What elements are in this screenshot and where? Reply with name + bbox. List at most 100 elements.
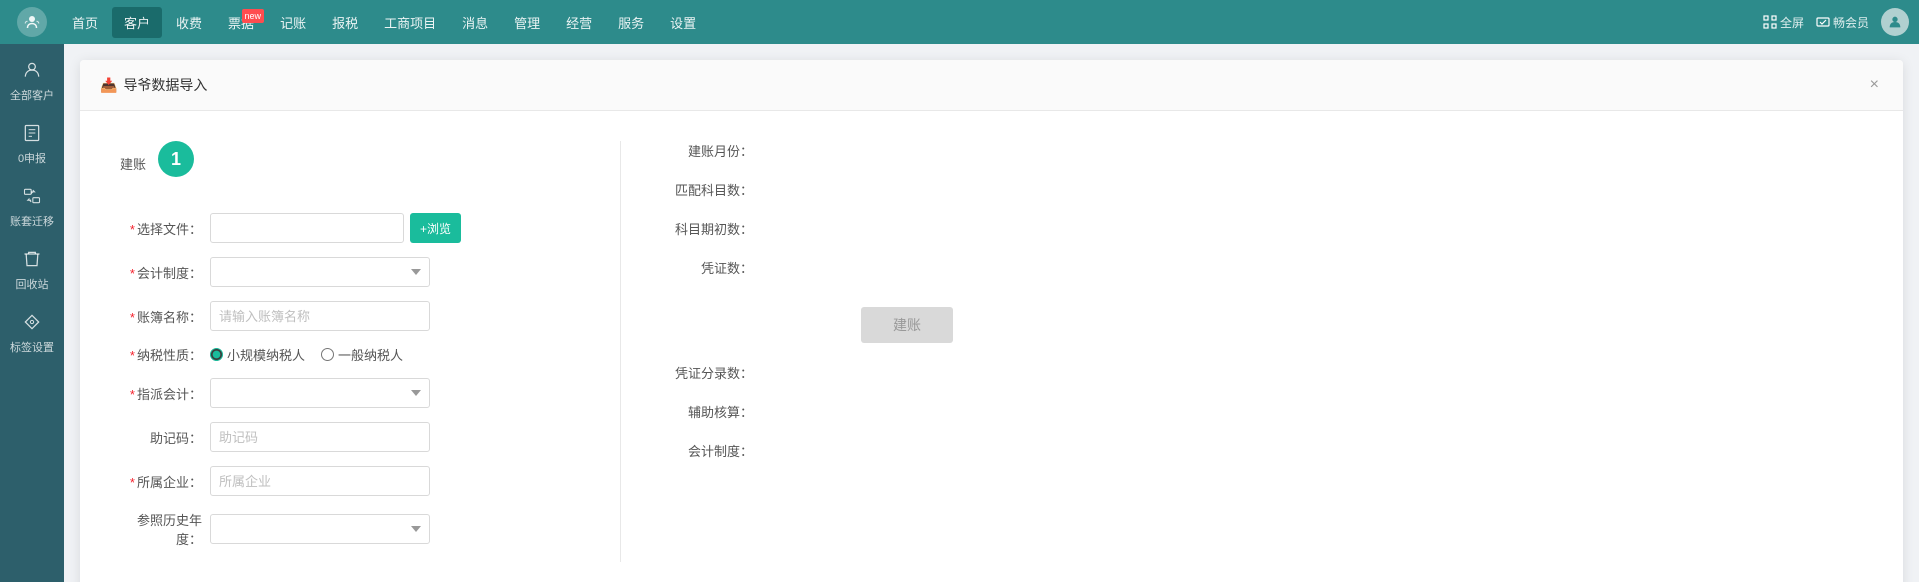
recycle-label: 回收站 [16, 276, 49, 292]
avatar[interactable] [1881, 8, 1909, 36]
nav-item-billing[interactable]: 收费 [164, 7, 214, 38]
ledger-name-label: *账簿名称： [120, 307, 210, 326]
nav-item-operation[interactable]: 经营 [554, 7, 604, 38]
dialog-header: 📥 导爷数据导入 × [80, 60, 1903, 111]
account-migration-label: 账套迁移 [10, 213, 54, 229]
accounting-system-label: *会计制度： [120, 263, 210, 282]
form-row-affiliated-company: *所属企业： [120, 466, 580, 496]
info-row-accounting-system: 会计制度： [661, 441, 1061, 460]
nav-item-tax[interactable]: 报税 [320, 7, 370, 38]
info-row-match-subjects: 匹配科目数： [661, 180, 1061, 199]
recycle-icon [22, 249, 42, 272]
main-layout: 全部客户 0申报 账套迁移 [0, 44, 1919, 582]
top-navigation: 首页 客户 收费 票据 new 记账 报税 工商项目 消息 管理 经营 服务 设… [0, 0, 1919, 44]
app-logo[interactable] [10, 0, 54, 44]
voucher-entries-label: 凭证分录数： [661, 363, 761, 382]
dialog-body: 建账 1 *选择文件： +浏览 [80, 111, 1903, 582]
sidebar-item-declaration[interactable]: 0申报 [2, 115, 62, 174]
info-row-voucher-count: 凭证数： [661, 258, 1061, 277]
sidebar-item-recycle[interactable]: 回收站 [2, 241, 62, 300]
user-icon [1887, 14, 1903, 30]
dialog-title: 📥 导爷数据导入 [100, 75, 207, 95]
ledger-name-input[interactable] [210, 301, 430, 331]
new-badge: new [242, 9, 265, 23]
info-row-voucher-entries: 凭证分录数： [661, 363, 1061, 382]
form-row-refer-history: 参照历史年度： [120, 510, 580, 548]
nav-item-home[interactable]: 首页 [60, 7, 110, 38]
declaration-label: 0申报 [18, 150, 46, 166]
sidebar-item-all-customers[interactable]: 全部客户 [2, 52, 62, 111]
sidebar-item-account-migration[interactable]: 账套迁移 [2, 178, 62, 237]
dialog-close-button[interactable]: × [1866, 72, 1883, 98]
subject-initial-label: 科目期初数： [661, 219, 761, 238]
memo-code-label: 助记码： [120, 428, 210, 447]
nav-item-accounts[interactable]: 记账 [268, 7, 318, 38]
form-row-memo-code: 助记码： [120, 422, 580, 452]
fullscreen-button[interactable]: 全屏 [1763, 14, 1804, 31]
file-text-input[interactable] [210, 213, 404, 243]
memo-code-input[interactable] [210, 422, 430, 452]
dialog-title-icon: 📥 [100, 77, 117, 94]
create-account-button[interactable]: 建账 [861, 307, 953, 343]
general-taxpayer-label: 一般纳税人 [338, 345, 403, 364]
form-row-tax-type: *纳税性质： 小规模纳税人 一般纳税人 [120, 345, 580, 364]
build-month-label: 建账月份： [661, 141, 761, 160]
auxiliary-accounting-label: 辅助核算： [661, 402, 761, 421]
account-migration-icon [22, 186, 42, 209]
nav-item-settings[interactable]: 设置 [658, 7, 708, 38]
logo-icon [17, 7, 47, 37]
info-row-subject-initial: 科目期初数： [661, 219, 1061, 238]
radio-general-taxpayer[interactable]: 一般纳税人 [321, 345, 403, 364]
nav-item-customers[interactable]: 客户 [112, 7, 162, 38]
fullscreen-label: 全屏 [1780, 14, 1804, 31]
nav-item-manage[interactable]: 管理 [502, 7, 552, 38]
step-label: 建账 [120, 154, 146, 173]
dialog-card: 📥 导爷数据导入 × 建账 1 [80, 60, 1903, 582]
all-customers-label: 全部客户 [10, 87, 54, 103]
form-row-accounting-system: *会计制度： [120, 257, 580, 287]
vip-icon [1816, 15, 1830, 29]
nav-item-service[interactable]: 服务 [606, 7, 656, 38]
nav-item-messages[interactable]: 消息 [450, 7, 500, 38]
assigned-accountant-select[interactable] [210, 378, 430, 408]
small-taxpayer-label: 小规模纳税人 [227, 345, 305, 364]
sidebar: 全部客户 0申报 账套迁移 [0, 44, 64, 582]
affiliated-company-label: *所属企业： [120, 472, 210, 491]
info-row-build-month: 建账月份： [661, 141, 1061, 160]
radio-small-taxpayer[interactable]: 小规模纳税人 [210, 345, 305, 364]
all-customers-icon [22, 60, 42, 83]
form-row-ledger-name: *账簿名称： [120, 301, 580, 331]
file-input-group: +浏览 [210, 213, 430, 243]
voucher-count-label: 凭证数： [661, 258, 761, 277]
form-row-select-file: *选择文件： +浏览 [120, 213, 580, 243]
info-accounting-system-label: 会计制度： [661, 441, 761, 460]
browse-button[interactable]: +浏览 [410, 213, 461, 243]
content-area: 📥 导爷数据导入 × 建账 1 [64, 44, 1919, 582]
vip-button[interactable]: 畅会员 [1816, 14, 1869, 31]
select-file-label: *选择文件： [120, 219, 210, 238]
form-rows: *选择文件： +浏览 *会计制度： [120, 213, 580, 548]
tax-type-label: *纳税性质： [120, 345, 210, 364]
panel-divider [620, 141, 621, 562]
step-section: 建账 1 [120, 141, 580, 193]
refer-history-label: 参照历史年度： [120, 510, 210, 548]
form-panel: 建账 1 *选择文件： +浏览 [120, 141, 580, 562]
dialog-title-text: 导爷数据导入 [123, 75, 207, 95]
affiliated-company-input[interactable] [210, 466, 430, 496]
form-row-assigned-accountant: *指派会计： [120, 378, 580, 408]
tag-settings-label: 标签设置 [10, 339, 54, 355]
tax-type-radio-group: 小规模纳税人 一般纳税人 [210, 345, 403, 364]
assigned-accountant-label: *指派会计： [120, 384, 210, 403]
sidebar-item-tag-settings[interactable]: 标签设置 [2, 304, 62, 363]
info-row-auxiliary-accounting: 辅助核算： [661, 402, 1061, 421]
match-subjects-label: 匹配科目数： [661, 180, 761, 199]
accounting-system-select[interactable] [210, 257, 430, 287]
nav-items: 首页 客户 收费 票据 new 记账 报税 工商项目 消息 管理 经营 服务 设… [60, 7, 1763, 38]
nav-item-tickets[interactable]: 票据 new [216, 7, 266, 38]
refer-history-select[interactable] [210, 514, 430, 544]
step-circle: 1 [158, 141, 194, 177]
tag-settings-icon [22, 312, 42, 335]
info-panel: 建账月份： 匹配科目数： 科目期初数： 凭证数： [661, 141, 1061, 562]
nav-item-industry[interactable]: 工商项目 [372, 7, 448, 38]
vip-label: 畅会员 [1833, 14, 1869, 31]
